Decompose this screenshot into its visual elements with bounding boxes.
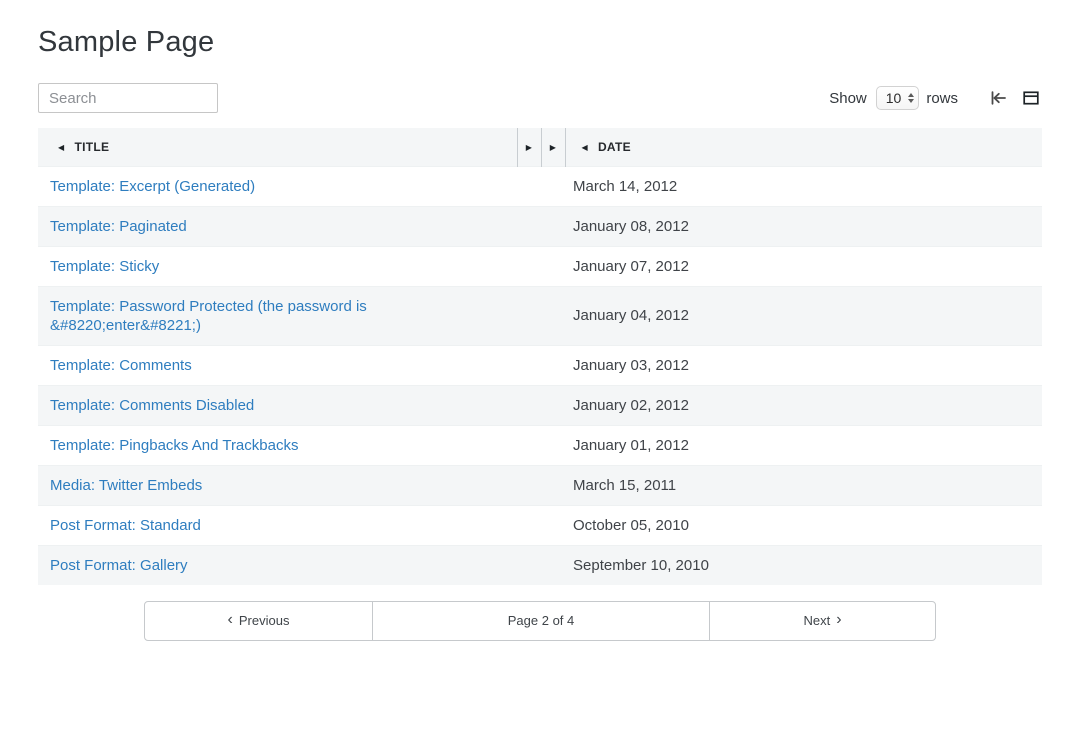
expand-column-right-icon[interactable]: ▶ — [526, 143, 532, 152]
next-button[interactable]: Next › — [710, 602, 935, 640]
table-row: Post Format: Gallery September 10, 2010 — [38, 545, 1042, 585]
post-date: March 15, 2011 — [573, 476, 677, 494]
page-title: Sample Page — [38, 26, 215, 58]
spacer-cell — [541, 465, 565, 505]
post-date: January 07, 2012 — [573, 257, 689, 275]
collapse-column-left-icon[interactable]: ◀ — [58, 143, 64, 152]
table-row: Template: Password Protected (the passwo… — [38, 286, 1042, 345]
spacer-cell — [541, 345, 565, 385]
spacer-cell — [517, 465, 541, 505]
table-row: Media: Twitter Embeds March 15, 2011 — [38, 465, 1042, 505]
table-row: Template: Comments Disabled January 02, … — [38, 385, 1042, 425]
spacer-cell — [517, 505, 541, 545]
spacer-cell — [541, 545, 565, 585]
expand-column-right-icon[interactable]: ▶ — [550, 143, 556, 152]
spacer-cell — [517, 425, 541, 465]
show-label: Show — [829, 89, 867, 107]
spacer-cell — [541, 425, 565, 465]
table-row: Template: Paginated January 08, 2012 — [38, 206, 1042, 246]
post-date: January 01, 2012 — [573, 436, 689, 454]
expand-column-button-1[interactable]: ▶ — [516, 128, 541, 166]
next-label: Next — [803, 613, 831, 628]
post-date: September 10, 2010 — [573, 556, 709, 574]
spacer-cell — [541, 166, 565, 206]
page-status: Page 2 of 4 — [372, 601, 710, 640]
previous-label: Previous — [238, 613, 290, 628]
column-title-label: TITLE — [74, 139, 110, 154]
rows-label: rows — [926, 89, 958, 107]
post-link[interactable]: Post Format: Standard — [50, 517, 201, 534]
table-row: Post Format: Standard October 05, 2010 — [38, 505, 1042, 545]
post-date: October 05, 2010 — [573, 516, 689, 534]
spacer-cell — [517, 166, 541, 206]
chevron-right-icon: › — [836, 610, 842, 628]
post-link[interactable]: Template: Comments Disabled — [50, 397, 254, 414]
post-date: March 14, 2012 — [573, 177, 678, 195]
post-date: January 02, 2012 — [573, 396, 689, 414]
post-link[interactable]: Template: Password Protected (the passwo… — [50, 298, 367, 334]
post-date: January 08, 2012 — [573, 217, 689, 235]
pagination: ‹ Previous Page 2 of 4 Next › — [144, 600, 936, 641]
spacer-cell — [517, 246, 541, 286]
spacer-cell — [541, 385, 565, 425]
page: Sample Page Show 10 rows — [0, 26, 1080, 641]
toolbar-right: Show 10 rows — [829, 86, 1042, 110]
spacer-cell — [541, 286, 565, 345]
window-icon[interactable] — [1020, 87, 1042, 109]
spacer-cell — [517, 345, 541, 385]
post-link[interactable]: Post Format: Gallery — [50, 557, 188, 574]
post-link[interactable]: Template: Excerpt (Generated) — [50, 178, 255, 195]
toolbar: Show 10 rows — [38, 83, 1042, 113]
spacer-cell — [517, 206, 541, 246]
collapse-column-left-icon[interactable]: ◀ — [582, 143, 588, 152]
table-header-row: ◀ TITLE ▶ ▶ ◀ DATE — [38, 128, 1042, 166]
table-row: Template: Sticky January 07, 2012 — [38, 246, 1042, 286]
stepper-icon — [908, 93, 915, 103]
table-row: Template: Excerpt (Generated) March 14, … — [38, 166, 1042, 206]
spacer-cell — [517, 385, 541, 425]
spacer-cell — [541, 206, 565, 246]
column-date-label: DATE — [597, 139, 631, 154]
expand-column-button-2[interactable]: ▶ — [540, 128, 565, 166]
table-row: Template: Pingbacks And Trackbacks Janua… — [38, 425, 1042, 465]
column-header-date[interactable]: ◀ DATE — [564, 128, 1042, 166]
post-link[interactable]: Template: Pingbacks And Trackbacks — [50, 437, 298, 454]
post-link[interactable]: Template: Comments — [50, 357, 192, 374]
chevron-left-icon: ‹ — [227, 610, 233, 628]
spacer-cell — [517, 545, 541, 585]
spacer-cell — [517, 286, 541, 345]
previous-button[interactable]: ‹ Previous — [145, 602, 372, 640]
post-link[interactable]: Media: Twitter Embeds — [50, 477, 202, 494]
table-row: Template: Comments January 03, 2012 — [38, 345, 1042, 385]
rows-per-page-select[interactable]: 10 — [875, 86, 920, 110]
collapse-left-icon[interactable] — [987, 87, 1009, 109]
spacer-cell — [541, 505, 565, 545]
posts-table: ◀ TITLE ▶ ▶ ◀ DATE Template: Excerpt (Gene… — [38, 128, 1042, 585]
post-date: January 03, 2012 — [573, 356, 689, 374]
column-header-title[interactable]: ◀ TITLE — [38, 128, 517, 166]
post-link[interactable]: Template: Paginated — [50, 218, 187, 235]
post-link[interactable]: Template: Sticky — [50, 258, 159, 275]
post-date: January 04, 2012 — [573, 307, 689, 324]
rows-per-page-value: 10 — [885, 90, 902, 106]
search-input[interactable] — [38, 83, 218, 113]
spacer-cell — [541, 246, 565, 286]
